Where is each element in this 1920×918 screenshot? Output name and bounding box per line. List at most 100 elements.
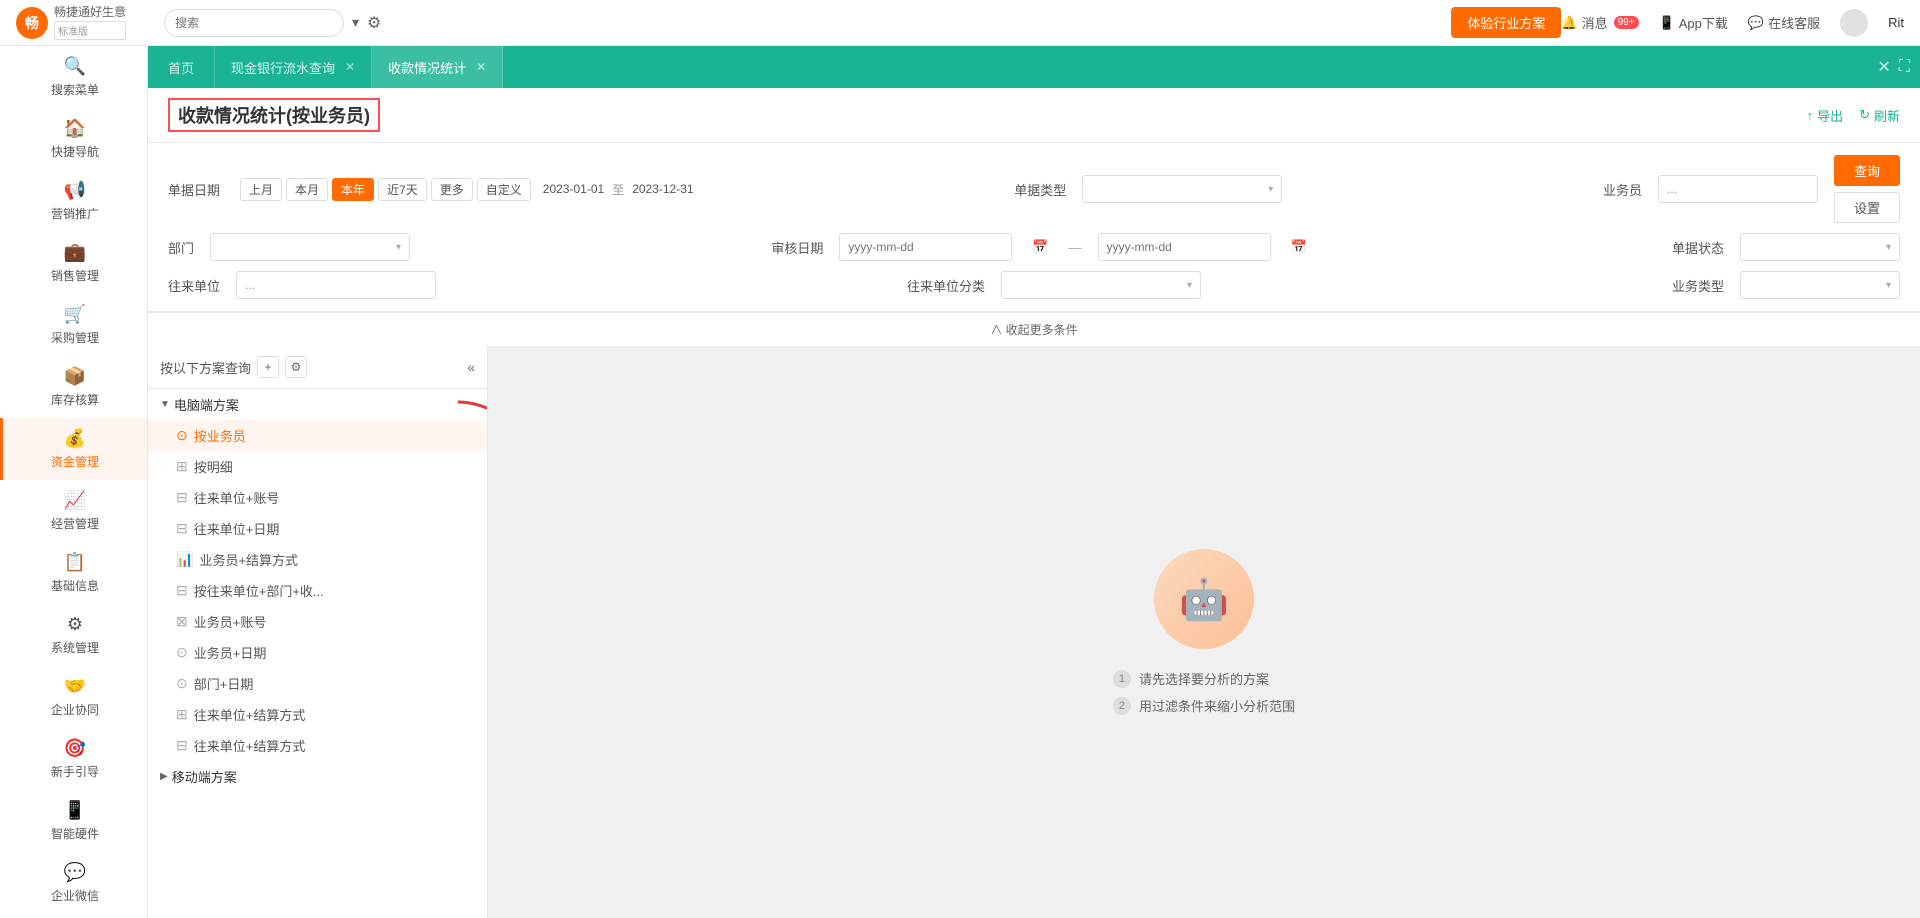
user-name: Rit: [1888, 15, 1904, 30]
mobile-group-header[interactable]: ▶ 移动端方案: [148, 761, 487, 792]
scheme-item-partner-date[interactable]: ⊟ 往来单位+日期: [148, 513, 487, 544]
biz-type-dropdown[interactable]: ▾: [1740, 271, 1900, 299]
header-search-input[interactable]: [164, 9, 344, 37]
review-date-dash: —: [1069, 240, 1082, 255]
scheme-item-salesman-account[interactable]: ⊠ 业务员+账号: [148, 606, 487, 637]
scheme-item-label-1: 按明细: [194, 457, 233, 476]
tab-close-all-icon[interactable]: ✕: [1877, 57, 1890, 77]
sidebar-item-search[interactable]: 🔍 搜索菜单: [0, 46, 147, 108]
refresh-btn[interactable]: ↻ 刷新: [1859, 106, 1900, 125]
service-icon: 💬: [1748, 15, 1764, 31]
operations-icon: 📈: [64, 490, 86, 511]
tab-home[interactable]: 首页: [148, 46, 215, 88]
date-quick-last-month[interactable]: 上月: [240, 178, 282, 201]
scheme-item-partner-payment1[interactable]: ⊞ 往来单位+结算方式: [148, 699, 487, 730]
review-date-label: 审核日期: [771, 238, 823, 257]
settings-btn[interactable]: 设置: [1834, 192, 1900, 223]
download-icon: 📱: [1659, 15, 1675, 31]
date-type-label: 单据日期: [168, 180, 220, 199]
sidebar-item-marketing[interactable]: 📢 营销推广: [0, 170, 147, 232]
trial-btn[interactable]: 体验行业方案: [1451, 7, 1561, 38]
user-avatar[interactable]: [1840, 9, 1868, 37]
tab-home-label: 首页: [168, 58, 194, 77]
messages-btn[interactable]: 🔔 消息 99+: [1561, 13, 1638, 32]
scheme-item-partner-payment2[interactable]: ⊟ 往来单位+结算方式: [148, 730, 487, 761]
sidebar-item-sales[interactable]: 💼 销售管理: [0, 232, 147, 294]
sidebar-item-operations[interactable]: 📈 经营管理: [0, 480, 147, 542]
empty-state: 🤖 1 请先选择要分析的方案 2 用过滤条件来缩小分析范围: [1113, 549, 1295, 715]
review-date-from[interactable]: [839, 233, 1012, 261]
scheme-item-detail[interactable]: ⊞ 按明细: [148, 451, 487, 482]
scheme-item-partner-dept[interactable]: ⊟ 按往来单位+部门+收...: [148, 575, 487, 606]
sidebar-label-purchase: 采购管理: [51, 329, 99, 346]
scheme-item-label-8: 部门+日期: [194, 674, 254, 693]
sidebar-item-hardware[interactable]: 📱 智能硬件: [0, 790, 147, 852]
add-scheme-btn[interactable]: +: [257, 356, 279, 378]
header-gear-icon[interactable]: ⚙: [367, 13, 381, 33]
export-btn[interactable]: ↑ 导出: [1807, 106, 1844, 125]
sidebar-item-collab[interactable]: 🤝 企业协同: [0, 666, 147, 728]
scheme-item-dept-date[interactable]: ⊙ 部门+日期: [148, 668, 487, 699]
filter-row-3: 往来单位 ... 往来单位分类 ▾ 业务类型 ▾: [168, 271, 1900, 299]
header-dropdown-btn[interactable]: ▾: [352, 14, 359, 31]
tab-receipts[interactable]: 收款情况统计 ✕: [372, 46, 503, 88]
logo-icon: 畅: [16, 7, 48, 39]
scheme-item-icon-7: ⊙: [176, 644, 188, 661]
sidebar-item-basic-info[interactable]: 📋 基础信息: [0, 542, 147, 604]
desktop-group-header[interactable]: ▼ 电脑端方案: [148, 389, 487, 420]
salesman-dropdown[interactable]: ...: [1658, 175, 1818, 203]
partner-category-chevron: ▾: [1187, 280, 1192, 291]
refresh-icon: ↻: [1859, 107, 1870, 123]
sidebar-label-finance: 资金管理: [51, 453, 99, 470]
partner-label: 往来单位: [168, 276, 220, 295]
sidebar-item-system[interactable]: ⚙ 系统管理: [0, 604, 147, 666]
partner-category-dropdown[interactable]: ▾: [1001, 271, 1201, 299]
system-icon: ⚙: [67, 614, 83, 635]
scheme-item-icon-2: ⊟: [176, 489, 188, 506]
filter-row-2: 部门 ▾ 审核日期 📅 — 📅 单据状态 ▾: [168, 233, 1900, 261]
tab-bank-flow[interactable]: 现金银行流水查询 ✕: [215, 46, 372, 88]
date-quick-this-month[interactable]: 本月: [286, 178, 328, 201]
scheme-item-label-4: 业务员+结算方式: [199, 550, 298, 569]
sidebar-item-member[interactable]: V 畅会员: [0, 914, 147, 918]
panel-collapse-btn[interactable]: «: [467, 359, 475, 375]
doc-status-dropdown[interactable]: ▾: [1740, 233, 1900, 261]
sidebar-item-wechat[interactable]: 💬 企业微信: [0, 852, 147, 914]
date-quick-this-year[interactable]: 本年: [332, 178, 374, 201]
scheme-item-label-2: 往来单位+账号: [194, 488, 280, 507]
page-actions: ↑ 导出 ↻ 刷新: [1807, 106, 1900, 125]
bell-icon: 🔔: [1561, 15, 1577, 31]
sidebar-item-nav[interactable]: 🏠 快捷导航: [0, 108, 147, 170]
scheme-item-icon-10: ⊟: [176, 737, 188, 754]
app-download-btn[interactable]: 📱 App下载: [1659, 13, 1728, 32]
date-quick-more[interactable]: 更多: [431, 178, 473, 201]
partner-dropdown[interactable]: ...: [236, 271, 436, 299]
date-quick-group: 上月 本月 本年 近7天 更多 自定义 2023-01-01 至 2023-12…: [240, 178, 694, 201]
doc-type-dropdown[interactable]: ▾: [1082, 175, 1282, 203]
tip-num-2: 2: [1113, 697, 1131, 715]
tab-maximize-icon[interactable]: ⛶: [1899, 58, 1910, 76]
date-quick-7days[interactable]: 近7天: [378, 178, 427, 201]
date-quick-custom[interactable]: 自定义: [477, 178, 531, 201]
query-btn[interactable]: 查询: [1834, 155, 1900, 186]
dept-chevron: ▾: [396, 242, 401, 253]
scheme-settings-btn[interactable]: ⚙: [285, 356, 307, 378]
sidebar-item-purchase[interactable]: 🛒 采购管理: [0, 294, 147, 356]
doc-status-chevron: ▾: [1886, 242, 1891, 253]
scheme-item-salesman-payment[interactable]: 📊 业务员+结算方式: [148, 544, 487, 575]
sidebar-item-inventory[interactable]: 📦 库存核算: [0, 356, 147, 418]
scheme-item-partner-account[interactable]: ⊟ 往来单位+账号: [148, 482, 487, 513]
sidebar-label-marketing: 营销推广: [51, 205, 99, 222]
partner-category-label: 往来单位分类: [907, 276, 985, 295]
basic-info-icon: 📋: [64, 552, 86, 573]
collapse-bar[interactable]: ∧ 收起更多条件: [148, 312, 1920, 346]
sidebar-item-guide[interactable]: 🎯 新手引导: [0, 728, 147, 790]
review-date-to[interactable]: [1098, 233, 1271, 261]
tab-receipts-close[interactable]: ✕: [476, 60, 486, 74]
tab-bank-flow-close[interactable]: ✕: [345, 60, 355, 74]
scheme-item-salesman[interactable]: ⊙ 按业务员: [148, 420, 487, 451]
dept-dropdown[interactable]: ▾: [210, 233, 410, 261]
scheme-item-salesman-date[interactable]: ⊙ 业务员+日期: [148, 637, 487, 668]
sidebar-item-finance[interactable]: 💰 资金管理: [0, 418, 147, 480]
online-service-btn[interactable]: 💬 在线客服: [1748, 13, 1820, 32]
